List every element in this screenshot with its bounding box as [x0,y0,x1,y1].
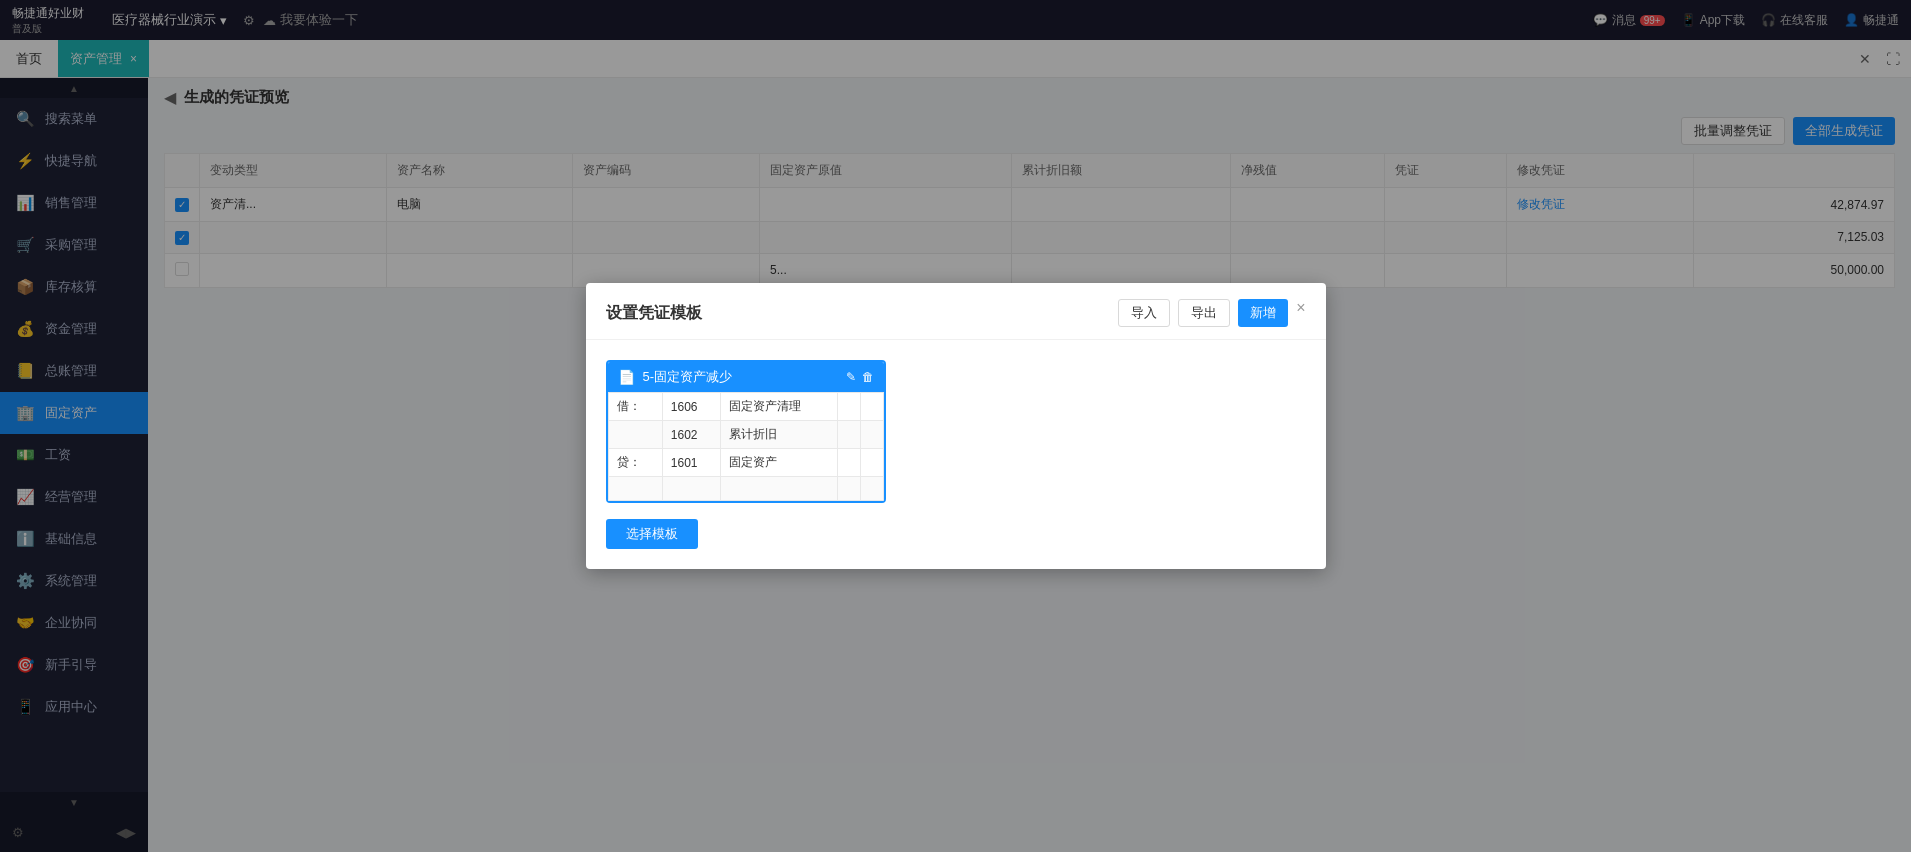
template-cell-credit [860,393,883,421]
select-template-btn[interactable]: 选择模板 [606,519,698,549]
template-cell-name: 固定资产 [720,449,838,477]
export-btn[interactable]: 导出 [1178,299,1230,327]
template-cell-credit [860,421,883,449]
template-cell-type [608,477,662,501]
template-detail-table: 借： 1606 固定资产清理 1602 累计折旧 [608,392,884,501]
modal-overlay: 设置凭证模板 导入 导出 新增 × 📄 5-固定资产减少 ✎ 🗑 [0,0,1911,852]
template-cell-name: 累计折旧 [720,421,838,449]
template-cell-debit [838,449,861,477]
template-doc-icon: 📄 [618,369,635,385]
template-cell-name [720,477,838,501]
modal-close-btn[interactable]: × [1296,299,1305,327]
template-cell-code: 1606 [662,393,720,421]
template-cell-debit [838,477,861,501]
template-edit-icon[interactable]: ✎ [846,370,856,384]
modal-header: 设置凭证模板 导入 导出 新增 × [586,283,1326,340]
template-card: 📄 5-固定资产减少 ✎ 🗑 借： 1606 固定资产清理 [606,360,886,503]
template-cell-debit [838,421,861,449]
template-cell-type [608,421,662,449]
template-cell-code [662,477,720,501]
template-cell-code: 1601 [662,449,720,477]
template-row: 1602 累计折旧 [608,421,883,449]
new-template-btn[interactable]: 新增 [1238,299,1288,327]
template-cell-credit [860,477,883,501]
import-btn[interactable]: 导入 [1118,299,1170,327]
template-row: 借： 1606 固定资产清理 [608,393,883,421]
template-cell-debit [838,393,861,421]
template-cell-name: 固定资产清理 [720,393,838,421]
template-row [608,477,883,501]
template-cell-type: 借： [608,393,662,421]
template-row: 贷： 1601 固定资产 [608,449,883,477]
modal-header-actions: 导入 导出 新增 × [1118,299,1305,327]
template-card-header: 📄 5-固定资产减少 ✎ 🗑 [608,362,884,392]
template-cell-code: 1602 [662,421,720,449]
modal-title: 设置凭证模板 [606,303,702,324]
template-cell-credit [860,449,883,477]
template-cell-type: 贷： [608,449,662,477]
template-delete-icon[interactable]: 🗑 [862,370,874,384]
voucher-template-modal: 设置凭证模板 导入 导出 新增 × 📄 5-固定资产减少 ✎ 🗑 [586,283,1326,569]
template-name: 5-固定资产减少 [643,368,838,386]
template-card-actions: ✎ 🗑 [846,370,874,384]
modal-body: 📄 5-固定资产减少 ✎ 🗑 借： 1606 固定资产清理 [586,340,1326,569]
